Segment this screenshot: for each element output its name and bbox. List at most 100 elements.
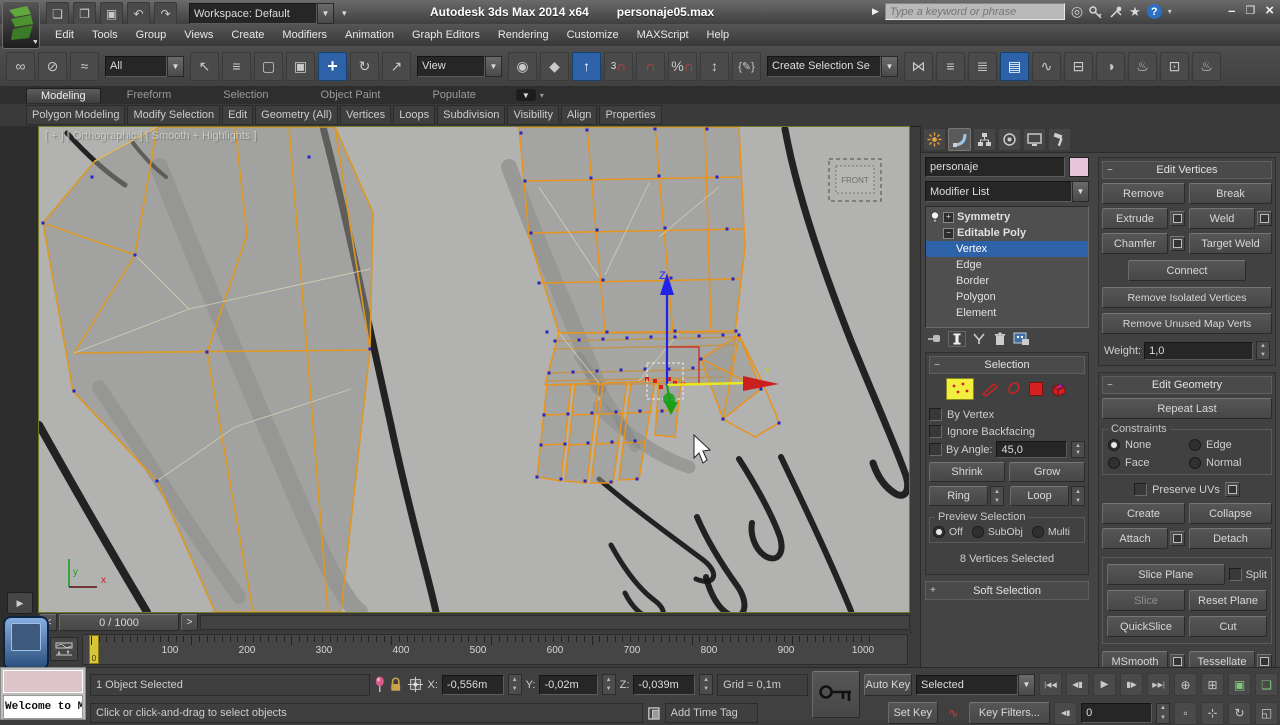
selection-filter-value[interactable]: All	[105, 55, 167, 77]
menu-graph-editors[interactable]: Graph Editors	[403, 29, 489, 41]
workspace-value[interactable]: Workspace: Default	[189, 3, 317, 24]
preview-subobj-radio[interactable]	[971, 526, 984, 538]
split-checkbox[interactable]	[1228, 568, 1242, 581]
viewport-canvas[interactable]: Z x FRONT y x	[39, 127, 909, 612]
tessellate-settings-icon[interactable]	[1257, 654, 1272, 667]
chamfer-button[interactable]: Chamfer	[1102, 233, 1168, 254]
save-file-icon[interactable]: ▣	[100, 2, 123, 25]
selection-rollout-header[interactable]: − Selection	[929, 356, 1085, 374]
mirror-icon[interactable]: ⋈	[904, 51, 933, 81]
set-keys-button[interactable]	[811, 671, 860, 718]
current-frame-field[interactable]: 0	[1081, 703, 1152, 723]
redo-icon[interactable]: ↷	[154, 2, 177, 25]
menu-create[interactable]: Create	[222, 29, 273, 41]
border-subobject-icon[interactable]	[1006, 381, 1022, 397]
selection-set-value[interactable]: Create Selection Se	[767, 55, 881, 77]
previous-frame-icon[interactable]: ◀▮	[1066, 673, 1090, 696]
pan-view-icon[interactable]: ⊹	[1201, 701, 1224, 725]
go-to-start-icon[interactable]: |◀◀	[1039, 673, 1063, 696]
menu-views[interactable]: Views	[175, 29, 222, 41]
track-ruler[interactable]: 0 100 200 300 400 500 600 700 800 900 10…	[82, 634, 908, 665]
app-logo[interactable]	[2, 1, 40, 49]
communication-center-icon[interactable]	[1109, 5, 1123, 19]
repeat-last-button[interactable]: Repeat Last	[1102, 398, 1272, 419]
weld-settings-icon[interactable]	[1257, 211, 1272, 226]
zoom-region-icon[interactable]: ▫	[1174, 701, 1197, 725]
angle-snap-icon[interactable]: ∩	[636, 51, 665, 81]
make-unique-icon[interactable]	[971, 332, 987, 346]
undo-icon[interactable]: ↶	[127, 2, 150, 25]
by-angle-spinner[interactable]: ▲ ▼	[1071, 441, 1085, 458]
expand-icon[interactable]: +	[943, 211, 954, 223]
chamfer-settings-icon[interactable]	[1170, 236, 1185, 251]
viewport-layout-button[interactable]	[3, 616, 49, 670]
ribbon-minimize-flyout-icon[interactable]: ▾	[540, 91, 544, 100]
stack-item-polygon[interactable]: Polygon	[926, 289, 1088, 305]
new-file-icon[interactable]: ❏	[46, 2, 69, 25]
minimize-button[interactable]: –	[1228, 3, 1235, 18]
edge-subobject-icon[interactable]	[981, 381, 999, 397]
ribbon-tab-populate[interactable]: Populate	[406, 88, 501, 102]
render-setup-icon[interactable]: ♨	[1128, 51, 1157, 81]
window-crossing-icon[interactable]: ▣	[286, 51, 315, 81]
vertex-subobject-icon[interactable]	[946, 378, 974, 400]
stack-item-vertex[interactable]: Vertex	[926, 241, 1088, 257]
display-tab-icon[interactable]	[1023, 127, 1046, 151]
search-input[interactable]	[884, 3, 1065, 20]
key-icon[interactable]	[1089, 5, 1103, 19]
constraint-normal-radio[interactable]	[1189, 457, 1201, 469]
reference-coordinate-arrow[interactable]: ▼	[485, 55, 502, 77]
maxscript-mini-listener[interactable]: Welcome to M	[0, 667, 86, 720]
by-vertex-checkbox[interactable]	[929, 408, 942, 421]
key-filters-button[interactable]: Key Filters...	[968, 702, 1051, 724]
render-production-icon[interactable]: ♨	[1192, 51, 1221, 81]
select-and-move-icon[interactable]: +	[318, 51, 347, 81]
break-button[interactable]: Break	[1189, 183, 1272, 204]
ring-spinner[interactable]: ▲ ▼	[990, 486, 1004, 506]
by-angle-checkbox[interactable]	[929, 443, 942, 456]
align-icon[interactable]: ≡	[936, 51, 965, 81]
key-mode-toggle-icon[interactable]: ◀▮	[1054, 701, 1078, 725]
scene-explorer-icon[interactable]: ▤	[1000, 51, 1029, 81]
collapse-button[interactable]: Collapse	[1189, 503, 1272, 524]
slice-plane-button[interactable]: Slice Plane	[1107, 564, 1225, 585]
time-slider-track[interactable]	[200, 615, 910, 630]
preview-multi-radio[interactable]	[1031, 526, 1044, 538]
binoculars-icon[interactable]: ◎	[1071, 3, 1083, 20]
hierarchy-tab-icon[interactable]	[973, 127, 996, 151]
menu-modifiers[interactable]: Modifiers	[273, 29, 336, 41]
x-coord-field[interactable]: -0,556m	[441, 674, 504, 695]
time-slider-handle[interactable]: 0 / 1000	[59, 614, 179, 631]
extrude-button[interactable]: Extrude	[1102, 208, 1168, 229]
create-tab-icon[interactable]	[923, 127, 946, 151]
zoom-mode-icon[interactable]: ⊕	[1174, 673, 1198, 696]
zoom-all-icon[interactable]: ⊞	[1201, 673, 1225, 696]
loop-button[interactable]: Loop	[1010, 486, 1069, 506]
stack-item-element[interactable]: Element	[926, 305, 1088, 321]
remove-modifier-icon[interactable]	[993, 332, 1007, 346]
restore-button[interactable]: ❐	[1245, 4, 1255, 17]
detach-button[interactable]: Detach	[1189, 528, 1272, 549]
layer-manager-icon[interactable]: ≣	[968, 51, 997, 81]
msmooth-button[interactable]: MSmooth	[1102, 651, 1168, 667]
modifier-list-arrow[interactable]: ▼	[1072, 181, 1089, 202]
expand-tray-arrow-icon[interactable]: ▶	[7, 592, 33, 614]
unlink-selection-icon[interactable]: ⊘	[38, 51, 67, 81]
maximize-viewport-icon[interactable]: ◱	[1255, 701, 1278, 725]
select-object-icon[interactable]: ↖	[190, 51, 219, 81]
menu-tools[interactable]: Tools	[83, 29, 127, 41]
workspace-dropdown-arrow[interactable]: ▼	[317, 3, 334, 24]
weight-field[interactable]: 1,0	[1144, 341, 1253, 360]
menu-help[interactable]: Help	[698, 29, 739, 41]
mini-curve-editor-icon[interactable]	[50, 637, 78, 661]
ring-button[interactable]: Ring	[929, 486, 988, 506]
ribbon-minimize-icon[interactable]: ▼	[515, 89, 536, 101]
constraint-edge-radio[interactable]	[1189, 439, 1201, 451]
selection-set-arrow[interactable]: ▼	[881, 55, 898, 77]
select-by-name-icon[interactable]: ≡	[222, 51, 251, 81]
isolate-toggle-icon[interactable]	[647, 706, 661, 721]
pin-stack-icon[interactable]	[927, 332, 943, 346]
go-to-end-icon[interactable]: ▶▶|	[1147, 673, 1171, 696]
preserve-uvs-settings-icon[interactable]	[1224, 482, 1240, 497]
zoom-extents-all-icon[interactable]: ❏	[1255, 673, 1279, 696]
